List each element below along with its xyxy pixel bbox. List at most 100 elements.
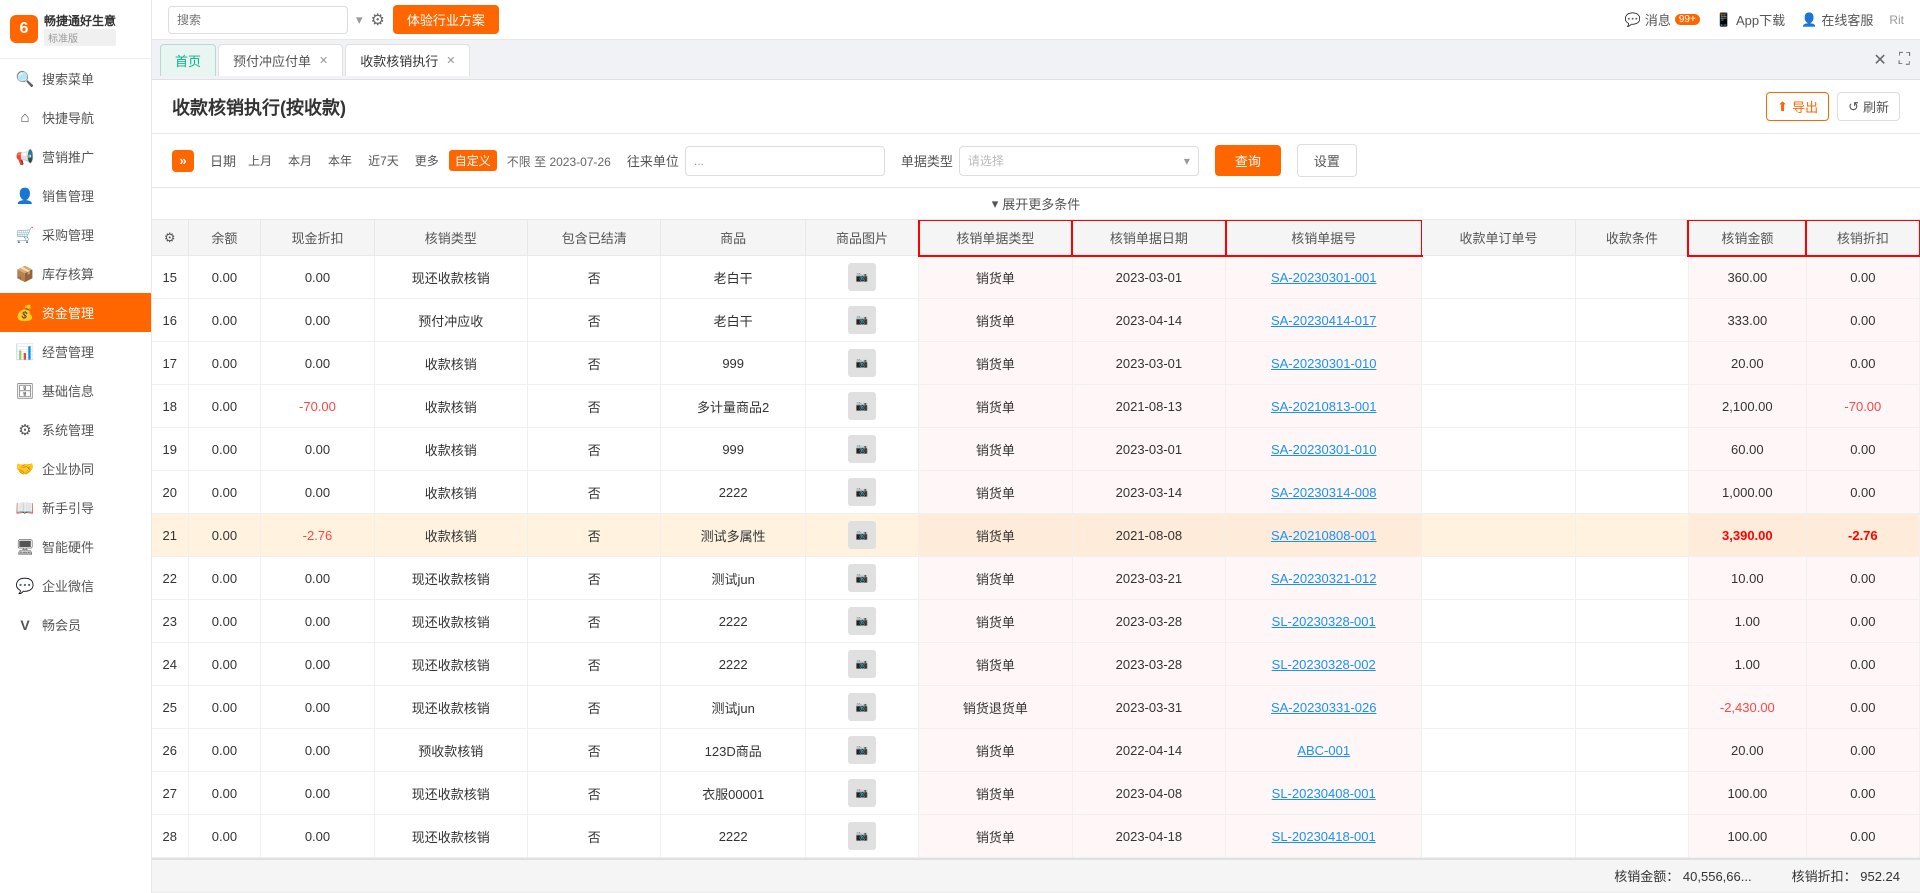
this-month-btn[interactable]: 本月 (282, 150, 318, 171)
sidebar-item-search[interactable]: 🔍 搜索菜单 (0, 59, 151, 98)
td-include-settled: 否 (528, 514, 661, 557)
sidebar-item-label: 企业协同 (42, 459, 94, 478)
filter-toggle-button[interactable]: » (172, 150, 194, 172)
table-row[interactable]: 24 0.00 0.00 现还收款核销 否 2222 📷 销货单 2023-03… (152, 643, 1920, 686)
query-button[interactable]: 查询 (1215, 145, 1281, 176)
sidebar-item-operations[interactable]: 📊 经营管理 (0, 332, 151, 371)
tab-close-icon[interactable]: ✕ (446, 54, 455, 67)
this-year-btn[interactable]: 本年 (322, 150, 358, 171)
source-select[interactable]: ... (685, 146, 885, 176)
service-button[interactable]: 👤 在线客服 (1801, 10, 1873, 29)
table-row[interactable]: 16 0.00 0.00 预付冲应收 否 老白干 📷 销货单 2023-04-1… (152, 299, 1920, 342)
last-7days-btn[interactable]: 近7天 (362, 150, 405, 171)
td-bill-no[interactable]: SA-20230314-008 (1226, 471, 1422, 514)
td-receipt-condition (1575, 299, 1688, 342)
table-row[interactable]: 19 0.00 0.00 收款核销 否 999 📷 销货单 2023-03-01… (152, 428, 1920, 471)
trial-button[interactable]: 体验行业方案 (393, 5, 499, 34)
last-month-btn[interactable]: 上月 (242, 150, 278, 171)
td-bill-no[interactable]: SL-20230328-001 (1226, 600, 1422, 643)
table-row[interactable]: 21 0.00 -2.76 收款核销 否 测试多属性 📷 销货单 2021-08… (152, 514, 1920, 557)
td-bill-no[interactable]: SA-20210808-001 (1226, 514, 1422, 557)
sidebar-item-marketing[interactable]: 📢 营销推广 (0, 137, 151, 176)
table-row[interactable]: 23 0.00 0.00 现还收款核销 否 2222 📷 销货单 2023-03… (152, 600, 1920, 643)
maximize-button[interactable]: ⛶ (1897, 48, 1912, 72)
td-product-img: 📷 (805, 686, 918, 729)
expand-more-button[interactable]: ▾ 展开更多条件 (992, 194, 1081, 213)
filter-bar: » 日期 上月 本月 本年 近7天 更多 自定义 不限 至 2023-07-26… (152, 134, 1920, 188)
td-receipt-order (1422, 385, 1576, 428)
close-tab-button[interactable]: ✕ (1871, 48, 1888, 72)
sidebar-item-system[interactable]: ⚙ 系统管理 (0, 410, 151, 449)
td-include-settled: 否 (528, 342, 661, 385)
search-input[interactable] (168, 6, 348, 34)
gear-icon[interactable]: ⚙ (371, 10, 385, 30)
tab-prepay[interactable]: 预付冲应付单 ✕ (218, 44, 343, 76)
dropdown-icon: ▾ (1184, 154, 1190, 168)
more-btn[interactable]: 更多 (409, 150, 445, 171)
th-bill-type: 核销单据类型 (919, 220, 1073, 256)
tab-close-icon[interactable]: ✕ (319, 54, 328, 67)
dropdown-arrow-icon[interactable]: ▾ (356, 12, 363, 28)
footer-cancel-discount: 核销折扣： 952.24 (1792, 866, 1900, 885)
sidebar-item-purchase[interactable]: 🛒 采购管理 (0, 215, 151, 254)
sidebar-item-wechat[interactable]: 💬 企业微信 (0, 566, 151, 605)
td-bill-no[interactable]: ABC-001 (1226, 729, 1422, 772)
td-no: 22 (152, 557, 188, 600)
td-bill-no[interactable]: SA-20210813-001 (1226, 385, 1422, 428)
sidebar-item-sales[interactable]: 👤 销售管理 (0, 176, 151, 215)
table-row[interactable]: 22 0.00 0.00 现还收款核销 否 测试jun 📷 销货单 2023-0… (152, 557, 1920, 600)
table-row[interactable]: 25 0.00 0.00 现还收款核销 否 测试jun 📷 销货退货单 2023… (152, 686, 1920, 729)
th-settings[interactable]: ⚙ (152, 220, 188, 256)
sidebar-item-corp[interactable]: 🤝 企业协同 (0, 449, 151, 488)
td-receipt-condition (1575, 643, 1688, 686)
td-no: 21 (152, 514, 188, 557)
tab-receipt[interactable]: 收款核销执行 ✕ (345, 44, 470, 76)
td-product: 衣服00001 (661, 772, 806, 815)
sidebar-item-hardware[interactable]: 🖥 智能硬件 (0, 527, 151, 566)
td-bill-no[interactable]: SA-20230321-012 (1226, 557, 1422, 600)
sidebar-item-member[interactable]: V 畅会员 (0, 605, 151, 644)
td-cash-discount: 0.00 (261, 471, 374, 514)
table-row[interactable]: 28 0.00 0.00 现还收款核销 否 2222 📷 销货单 2023-04… (152, 815, 1920, 858)
table-row[interactable]: 26 0.00 0.00 预收款核销 否 123D商品 📷 销货单 2022-0… (152, 729, 1920, 772)
refresh-button[interactable]: ↺ 刷新 (1837, 92, 1900, 121)
td-cash-discount: -70.00 (261, 385, 374, 428)
table-row[interactable]: 27 0.00 0.00 现还收款核销 否 衣服00001 📷 销货单 2023… (152, 772, 1920, 815)
table-row[interactable]: 15 0.00 0.00 现还收款核销 否 老白干 📷 销货单 2023-03-… (152, 256, 1920, 299)
app-download-button[interactable]: 📱 App下载 (1716, 10, 1785, 29)
table-row[interactable]: 20 0.00 0.00 收款核销 否 2222 📷 销货单 2023-03-1… (152, 471, 1920, 514)
wechat-icon: 💬 (16, 577, 34, 595)
td-product: 2222 (661, 815, 806, 858)
sidebar-item-base[interactable]: 🗄 基础信息 (0, 371, 151, 410)
table-row[interactable]: 18 0.00 -70.00 收款核销 否 多计量商品2 📷 销货单 2021-… (152, 385, 1920, 428)
td-receipt-order (1422, 471, 1576, 514)
tab-home[interactable]: 首页 (160, 44, 216, 76)
td-bill-type: 销货退货单 (919, 686, 1073, 729)
message-button[interactable]: 💬 消息 99+ (1625, 10, 1700, 29)
custom-btn[interactable]: 自定义 (449, 150, 497, 171)
td-bill-no[interactable]: SA-20230301-001 (1226, 256, 1422, 299)
td-product: 2222 (661, 471, 806, 514)
table-row[interactable]: 17 0.00 0.00 收款核销 否 999 📷 销货单 2023-03-01… (152, 342, 1920, 385)
td-bill-no[interactable]: SL-20230418-001 (1226, 815, 1422, 858)
export-button[interactable]: ⬆ 导出 (1766, 92, 1829, 121)
td-bill-type: 销货单 (919, 643, 1073, 686)
td-product: 多计量商品2 (661, 385, 806, 428)
sidebar-item-quick[interactable]: ⌂ 快捷导航 (0, 98, 151, 137)
td-balance: 0.00 (188, 686, 261, 729)
td-bill-no[interactable]: SA-20230301-010 (1226, 428, 1422, 471)
td-bill-no[interactable]: SA-20230331-026 (1226, 686, 1422, 729)
bill-type-select[interactable]: 请选择 ▾ (959, 146, 1199, 176)
td-balance: 0.00 (188, 256, 261, 299)
date-range: 不限 至 2023-07-26 (507, 155, 611, 169)
settings-button[interactable]: 设置 (1297, 144, 1357, 177)
sidebar-item-guide[interactable]: 📖 新手引导 (0, 488, 151, 527)
td-bill-no[interactable]: SA-20230414-017 (1226, 299, 1422, 342)
td-bill-no[interactable]: SL-20230328-002 (1226, 643, 1422, 686)
sidebar-item-finance[interactable]: 💰 资金管理 (0, 293, 151, 332)
th-receipt-condition: 收款条件 (1575, 220, 1688, 256)
td-bill-no[interactable]: SL-20230408-001 (1226, 772, 1422, 815)
td-bill-no[interactable]: SA-20230301-010 (1226, 342, 1422, 385)
finance-icon: 💰 (16, 304, 34, 322)
sidebar-item-inventory[interactable]: 📦 库存核算 (0, 254, 151, 293)
